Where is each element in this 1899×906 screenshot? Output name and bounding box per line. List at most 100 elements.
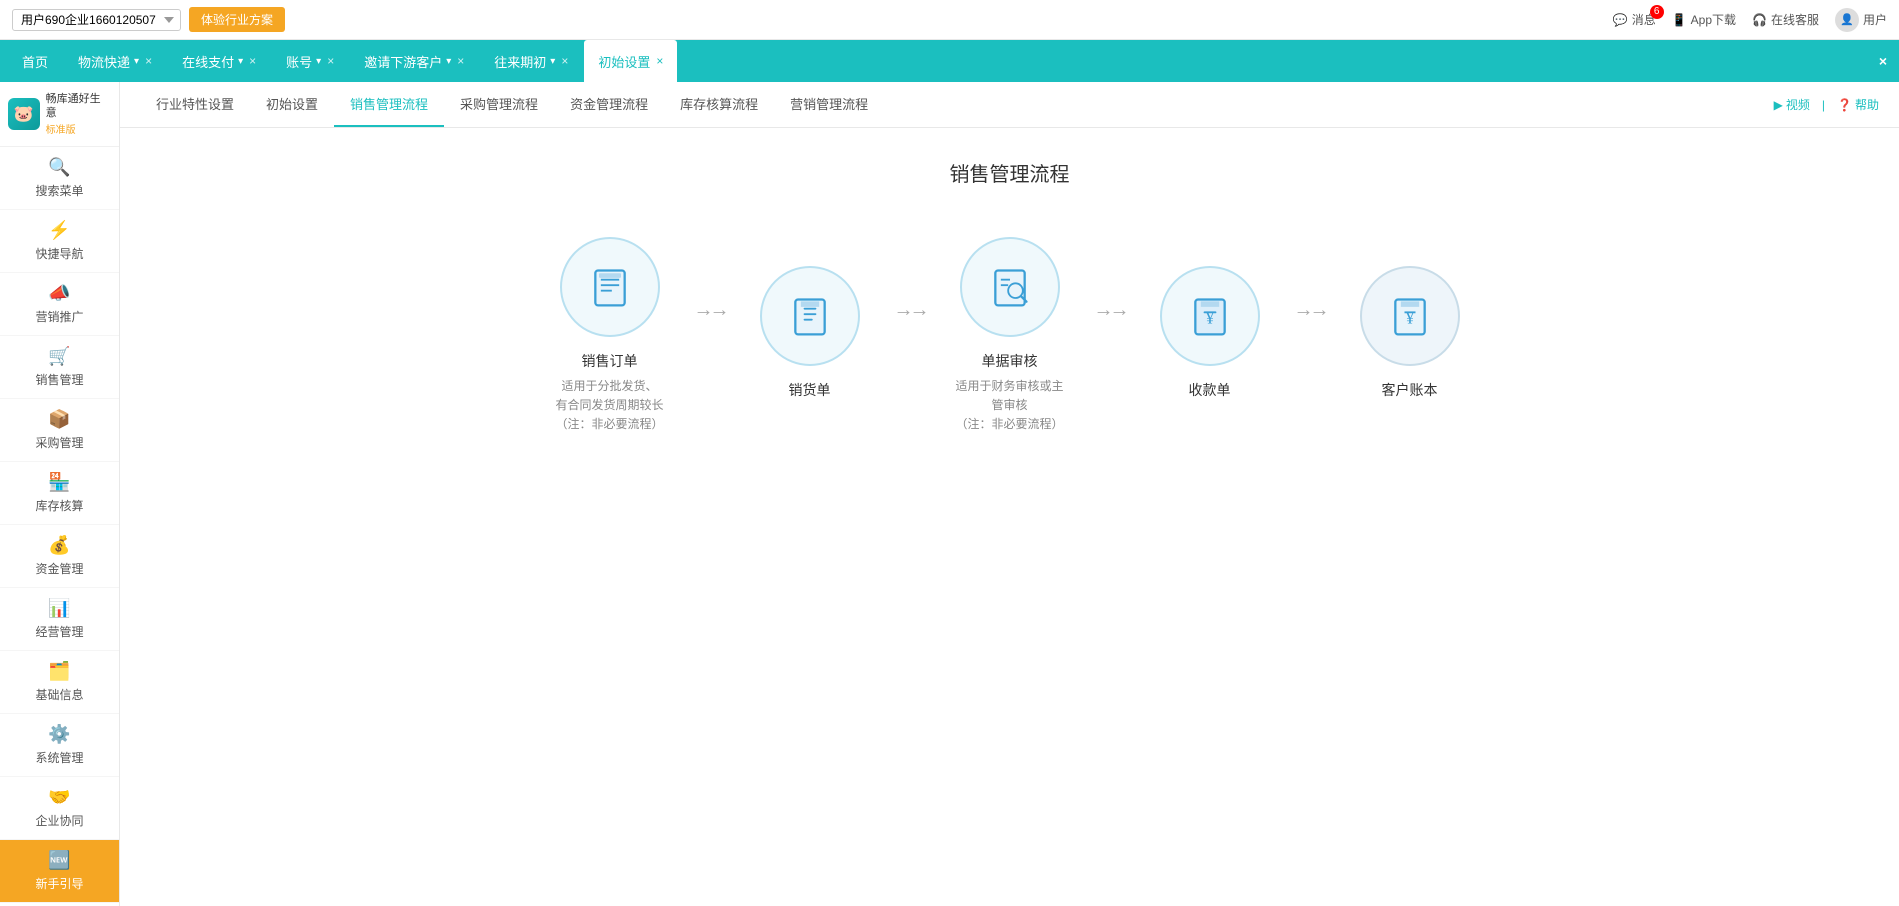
sidebar-marketing-promo-label: 营销推广 xyxy=(35,308,83,325)
sidebar-item-sales-mgmt[interactable]: 🛒 销售管理 xyxy=(0,336,119,399)
experience-button[interactable]: 体验行业方案 xyxy=(189,7,285,32)
tab-home[interactable]: 首页 xyxy=(8,40,62,82)
message-item[interactable]: 💬 消息 6 xyxy=(1613,11,1656,28)
sidebar-quick-nav-label: 快捷导航 xyxy=(35,245,83,262)
chevron-down-icon: ▾ xyxy=(446,56,451,67)
video-link[interactable]: ▶ 视频 xyxy=(1774,96,1810,113)
sidebar-item-finance-mgmt[interactable]: 💰 资金管理 xyxy=(0,525,119,588)
search-icon: 🔍 xyxy=(48,157,70,178)
sidebar-basic-info-label: 基础信息 xyxy=(35,686,83,703)
close-icon[interactable]: × xyxy=(457,54,464,68)
step-label-receipt: 收款单 xyxy=(1189,380,1231,400)
sidebar-item-basic-info[interactable]: 🗂️ 基础信息 xyxy=(0,651,119,714)
close-all-button[interactable]: × xyxy=(1879,53,1887,69)
sidebar-finance-mgmt-label: 资金管理 xyxy=(35,560,83,577)
message-icon: 💬 xyxy=(1613,13,1628,27)
sidebar-inventory-label: 库存核算 xyxy=(35,497,83,514)
sidebar-sales-mgmt-label: 销售管理 xyxy=(35,371,83,388)
step-circle-sales-invoice xyxy=(760,266,860,366)
user-select[interactable]: 用户690企业1660120507 xyxy=(12,9,181,31)
logo-text: 畅库通好生意 xyxy=(46,92,111,121)
sub-tab-finance-flow-label: 资金管理流程 xyxy=(570,97,648,112)
logo-version: 标准版 xyxy=(46,121,111,136)
audit-icon xyxy=(988,265,1032,309)
flow-title: 销售管理流程 xyxy=(160,158,1859,187)
sidebar-item-new-guide[interactable]: 🆕 新手引导 xyxy=(0,840,119,903)
close-icon[interactable]: × xyxy=(145,54,152,68)
sidebar-search-label: 搜索菜单 xyxy=(35,182,83,199)
help-link[interactable]: ❓ 帮助 xyxy=(1837,96,1879,113)
sidebar-item-quick-nav[interactable]: ⚡ 快捷导航 xyxy=(0,210,119,273)
sub-tab-industry-label: 行业特性设置 xyxy=(156,97,234,112)
sidebar-logo: 🐷 畅库通好生意 标准版 xyxy=(0,82,119,147)
sub-tabs-right: ▶ 视频 | ❓ 帮助 xyxy=(1774,96,1879,113)
close-icon[interactable]: × xyxy=(327,54,334,68)
info-icon: 🗂️ xyxy=(48,661,70,682)
tab-home-label: 首页 xyxy=(22,52,48,71)
user-avatar-item[interactable]: 👤 用户 xyxy=(1835,8,1887,32)
tab-invite[interactable]: 邀请下游客户 ▾ × xyxy=(350,40,478,82)
tab-initial[interactable]: 初始设置 × xyxy=(584,40,677,82)
app-download-icon: 📱 xyxy=(1672,13,1687,27)
invoice-icon xyxy=(788,294,832,338)
tab-period[interactable]: 往来期初 ▾ × xyxy=(480,40,582,82)
body-layout: 🐷 畅库通好生意 标准版 🔍 搜索菜单 ⚡ 快捷导航 📣 营销推广 🛒 销售管理… xyxy=(0,82,1899,906)
tab-logistics[interactable]: 物流快递 ▾ × xyxy=(64,40,166,82)
gear-icon: ⚙️ xyxy=(48,724,70,745)
flow-arrow-3: →→ xyxy=(1094,299,1126,322)
app-download-label: App下载 xyxy=(1691,11,1736,28)
video-label: 视频 xyxy=(1786,96,1810,113)
sidebar-item-enterprise-coop[interactable]: 🤝 企业协同 xyxy=(0,777,119,840)
sidebar-item-operations[interactable]: 📊 经营管理 xyxy=(0,588,119,651)
tab-payment-label: 在线支付 xyxy=(182,52,234,71)
quick-nav-icon: ⚡ xyxy=(48,220,70,241)
flow-arrow-1: →→ xyxy=(694,299,726,322)
tab-period-label: 往来期初 xyxy=(494,52,546,71)
tab-account-label: 账号 xyxy=(286,52,312,71)
close-icon[interactable]: × xyxy=(561,54,568,68)
order-icon xyxy=(588,265,632,309)
sub-tab-initial-setup[interactable]: 初始设置 xyxy=(250,82,334,127)
sidebar-item-search[interactable]: 🔍 搜索菜单 xyxy=(0,147,119,210)
chevron-down-icon: ▾ xyxy=(134,56,139,67)
sub-tab-sales-flow[interactable]: 销售管理流程 xyxy=(334,82,444,127)
sub-tab-purchase-flow[interactable]: 采购管理流程 xyxy=(444,82,554,127)
header-right: 💬 消息 6 📱 App下载 🎧 在线客服 👤 用户 xyxy=(1613,8,1887,32)
headset-icon: 🎧 xyxy=(1752,13,1767,27)
sub-tab-industry[interactable]: 行业特性设置 xyxy=(140,82,250,127)
step-circle-receipt: ¥ xyxy=(1160,266,1260,366)
online-service-item[interactable]: 🎧 在线客服 xyxy=(1752,11,1819,28)
top-header: 用户690企业1660120507 体验行业方案 💬 消息 6 📱 App下载 … xyxy=(0,0,1899,40)
new-guide-icon: 🆕 xyxy=(48,850,70,871)
sub-tab-inventory-flow[interactable]: 库存核算流程 xyxy=(664,82,774,127)
sub-tab-finance-flow[interactable]: 资金管理流程 xyxy=(554,82,664,127)
sidebar-item-system-mgmt[interactable]: ⚙️ 系统管理 xyxy=(0,714,119,777)
sidebar: 🐷 畅库通好生意 标准版 🔍 搜索菜单 ⚡ 快捷导航 📣 营销推广 🛒 销售管理… xyxy=(0,82,120,906)
step-desc-sales-order: 适用于分批发货、有合同发货周期较长（注：非必要流程） xyxy=(555,377,663,435)
sidebar-item-marketing-promo[interactable]: 📣 营销推广 xyxy=(0,273,119,336)
flow-step-sales-invoice: 销货单 xyxy=(730,266,890,406)
sidebar-item-app-center[interactable]: 📱 应用中心 xyxy=(0,903,119,906)
sidebar-item-purchase-mgmt[interactable]: 📦 采购管理 xyxy=(0,399,119,462)
step-circle-customer-ledger: ¥ xyxy=(1360,266,1460,366)
flow-step-customer-ledger: ¥ 客户账本 xyxy=(1330,266,1490,406)
chevron-down-icon: ▾ xyxy=(238,56,243,67)
flow-content: 销售管理流程 销售订单 适用于分批发货、有合同发货周期较长（ xyxy=(120,128,1899,465)
flow-step-sales-order: 销售订单 适用于分批发货、有合同发货周期较长（注：非必要流程） xyxy=(530,237,690,435)
sidebar-enterprise-coop-label: 企业协同 xyxy=(35,812,83,829)
tab-payment[interactable]: 在线支付 ▾ × xyxy=(168,40,270,82)
step-circle-audit xyxy=(960,237,1060,337)
app-download-item[interactable]: 📱 App下载 xyxy=(1672,11,1736,28)
close-icon[interactable]: × xyxy=(249,54,256,68)
sub-tab-marketing-flow[interactable]: 营销管理流程 xyxy=(774,82,884,127)
ledger-icon: ¥ xyxy=(1388,294,1432,338)
close-icon[interactable]: × xyxy=(656,54,663,68)
receipt-icon: ¥ xyxy=(1188,294,1232,338)
avatar: 👤 xyxy=(1835,8,1859,32)
sub-tab-sales-flow-label: 销售管理流程 xyxy=(350,97,428,112)
tab-logistics-label: 物流快递 xyxy=(78,52,130,71)
inventory-icon: 🏪 xyxy=(48,472,70,493)
flow-step-receipt: ¥ 收款单 xyxy=(1130,266,1290,406)
sidebar-item-inventory[interactable]: 🏪 库存核算 xyxy=(0,462,119,525)
tab-account[interactable]: 账号 ▾ × xyxy=(272,40,348,82)
